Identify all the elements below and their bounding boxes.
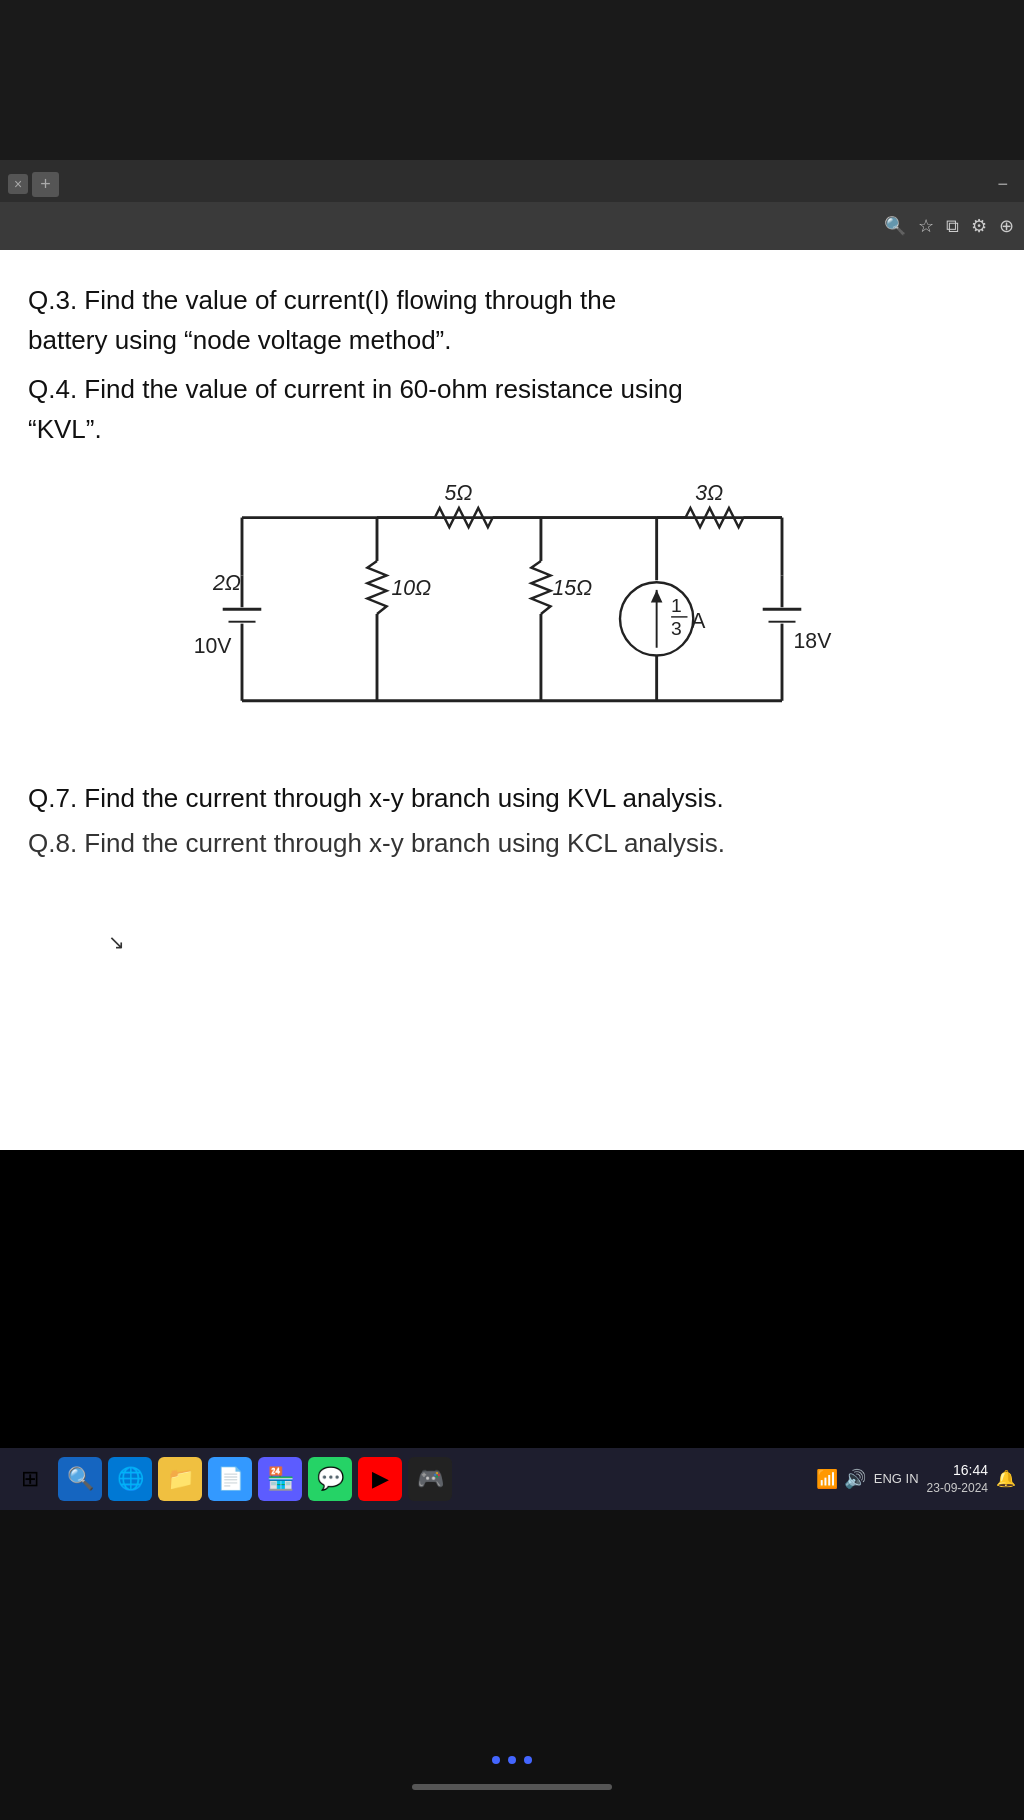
svg-text:3: 3 bbox=[671, 618, 682, 639]
question-8-text: Q.8. Find the current through x-y branch… bbox=[28, 824, 996, 863]
search-icon[interactable]: 🔍 bbox=[884, 215, 906, 237]
dot-1 bbox=[492, 1756, 500, 1764]
search-taskbar-button[interactable]: 🔍 bbox=[58, 1457, 102, 1501]
network-icon: 📶 bbox=[816, 1468, 838, 1490]
edge-browser-icon[interactable]: 🌐 bbox=[108, 1457, 152, 1501]
content-area: Q.3. Find the value of current(I) flowin… bbox=[0, 250, 1024, 1150]
reader-mode-icon[interactable]: ⧉ bbox=[946, 216, 959, 237]
question-3-text: Q.3. Find the value of current(I) flowin… bbox=[28, 280, 996, 361]
svg-text:2Ω: 2Ω bbox=[212, 571, 241, 594]
question-4-text: Q.4. Find the value of current in 60-ohm… bbox=[28, 369, 996, 450]
q8-content: Q.8. Find the current through x-y branch… bbox=[28, 828, 725, 858]
circuit-svg: 2Ω 10V 10Ω 5Ω bbox=[172, 479, 852, 749]
store-icon[interactable]: 🏪 bbox=[258, 1457, 302, 1501]
browser-chrome: × + − 🔍 ☆ ⧉ ⚙ ⊕ bbox=[0, 160, 1024, 250]
q7-content: Q.7. Find the current through x-y branch… bbox=[28, 783, 724, 813]
dot-3 bbox=[524, 1756, 532, 1764]
svg-text:3Ω: 3Ω bbox=[695, 481, 723, 504]
clock: 16:44 23-09-2024 bbox=[927, 1461, 988, 1497]
bottom-area bbox=[0, 1510, 1024, 1820]
volume-icon: 🔊 bbox=[844, 1468, 866, 1490]
home-indicator bbox=[412, 1784, 612, 1790]
whatsapp-icon[interactable]: 💬 bbox=[308, 1457, 352, 1501]
file-explorer-icon[interactable]: 📁 bbox=[158, 1457, 202, 1501]
sys-tray-icons: 📶 🔊 bbox=[816, 1468, 866, 1490]
dot-2 bbox=[508, 1756, 516, 1764]
taskbar-dots bbox=[492, 1756, 532, 1764]
extensions-icon[interactable]: ⊕ bbox=[999, 215, 1014, 237]
files-icon[interactable]: 📄 bbox=[208, 1457, 252, 1501]
tab-bar: × + − bbox=[0, 160, 1024, 202]
q3-line1: Q.3. Find the value of current(I) flowin… bbox=[28, 285, 616, 315]
q3-line2: battery using “node voltage method”. bbox=[28, 325, 451, 355]
youtube-icon[interactable]: ▶ bbox=[358, 1457, 402, 1501]
q4-line1: Q.4. Find the value of current in 60-ohm… bbox=[28, 374, 683, 404]
system-tray: 📶 🔊 ENG IN 16:44 23-09-2024 🔔 bbox=[816, 1461, 1016, 1497]
new-tab-button[interactable]: + bbox=[32, 172, 59, 197]
time-display: 16:44 bbox=[927, 1461, 988, 1481]
date-display: 23-09-2024 bbox=[927, 1480, 988, 1497]
minimize-button[interactable]: − bbox=[989, 172, 1016, 197]
svg-text:5Ω: 5Ω bbox=[445, 481, 473, 504]
svg-text:10V: 10V bbox=[194, 634, 233, 657]
svg-marker-21 bbox=[651, 590, 663, 603]
star-icon[interactable]: ☆ bbox=[918, 215, 934, 237]
collections-icon[interactable]: ⚙ bbox=[971, 215, 987, 237]
language-indicator: ENG IN bbox=[874, 1471, 919, 1486]
svg-text:15Ω: 15Ω bbox=[553, 576, 593, 599]
question-7-text: Q.7. Find the current through x-y branch… bbox=[28, 779, 996, 818]
lang-text: ENG IN bbox=[874, 1471, 919, 1486]
top-bezel bbox=[0, 0, 1024, 160]
game-icon[interactable]: 🎮 bbox=[408, 1457, 452, 1501]
q4-line2: “KVL”. bbox=[28, 414, 102, 444]
address-bar: 🔍 ☆ ⧉ ⚙ ⊕ bbox=[0, 202, 1024, 250]
tab-close-button[interactable]: × bbox=[8, 174, 28, 194]
svg-text:10Ω: 10Ω bbox=[391, 576, 431, 599]
taskbar: ⊞ 🔍 🌐 📁 📄 🏪 💬 ▶ 🎮 📶 🔊 ENG IN 16:44 23-09… bbox=[0, 1448, 1024, 1510]
svg-text:18V: 18V bbox=[794, 629, 833, 652]
notifications-icon[interactable]: 🔔 bbox=[996, 1469, 1016, 1488]
circuit-diagram: 2Ω 10V 10Ω 5Ω bbox=[28, 479, 996, 749]
svg-text:1: 1 bbox=[671, 595, 682, 616]
mouse-cursor: ↘ bbox=[108, 930, 125, 954]
start-button[interactable]: ⊞ bbox=[8, 1457, 52, 1501]
svg-text:A: A bbox=[691, 610, 706, 633]
